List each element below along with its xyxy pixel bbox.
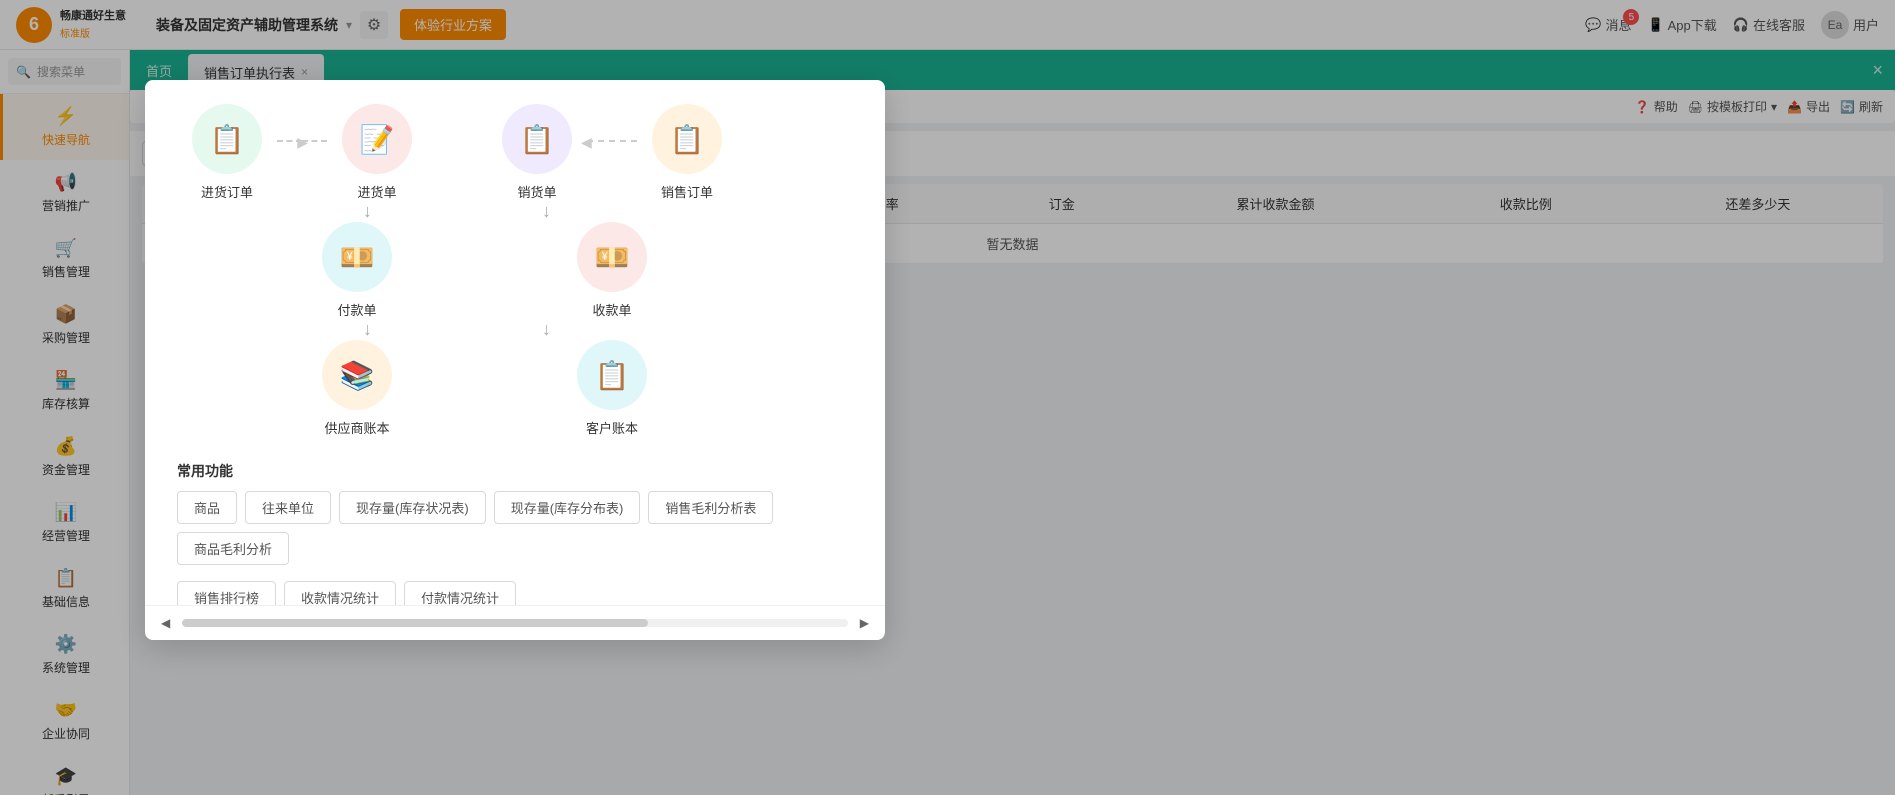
flow-row-payment: 💴 付款单: [197, 222, 407, 319]
flow-left-col: 📋 进货订单 ▶ 📝: [177, 104, 427, 437]
flow-customer-ledger[interactable]: 📋 客户账本: [562, 340, 662, 437]
flow-purchase-order[interactable]: 📋 进货订单: [177, 104, 277, 201]
supplier-ledger-icon: 📚: [340, 359, 375, 392]
customer-ledger-icon: 📋: [595, 359, 630, 392]
payment-label: 付款单: [337, 300, 376, 319]
flow-sales-bill[interactable]: 📋 销货单: [487, 104, 587, 201]
flow-receipt[interactable]: 💴 收款单: [562, 222, 662, 319]
arrow-down-payment: ↓: [177, 201, 427, 222]
flow-supplier-ledger[interactable]: 📚 供应商账本: [307, 340, 407, 437]
sales-order-icon: 📋: [670, 123, 705, 156]
flow-row-supplier: 📚 供应商账本: [197, 340, 407, 437]
func-btn-r2-2[interactable]: 付款情况统计: [404, 581, 516, 605]
popup-dialog: 📋 进货订单 ▶ 📝: [145, 80, 885, 640]
scroll-left-icon[interactable]: ◀: [157, 614, 174, 632]
popup-content: 📋 进货订单 ▶ 📝: [145, 80, 885, 605]
receipt-icon: 💴: [595, 241, 630, 274]
arrow-down-customer: ↓: [487, 319, 737, 340]
func-btn-4[interactable]: 销售毛利分析表: [648, 491, 773, 524]
flow-purchase-bill[interactable]: 📝 进货单: [327, 104, 427, 201]
func-buttons-row1: 商品往来单位现存量(库存状况表)现存量(库存分布表)销售毛利分析表商品毛利分析: [177, 491, 853, 565]
arrow-h-2: ◀: [587, 140, 637, 142]
sales-bill-icon: 📋: [520, 123, 555, 156]
flow-sales-order[interactable]: 📋 销售订单: [637, 104, 737, 201]
customer-ledger-label: 客户账本: [586, 418, 638, 437]
customer-ledger-circle: 📋: [577, 340, 647, 410]
flow-right-col: 📋 销货单 ◀ 📋: [487, 104, 737, 437]
common-functions-title: 常用功能: [177, 461, 853, 481]
payment-icon: 💴: [340, 241, 375, 274]
purchase-order-icon: 📋: [210, 123, 245, 156]
sales-order-label: 销售订单: [661, 182, 713, 201]
func-btn-0[interactable]: 商品: [177, 491, 237, 524]
supplier-ledger-circle: 📚: [322, 340, 392, 410]
purchase-order-circle: 📋: [192, 104, 262, 174]
func-btn-2[interactable]: 现存量(库存状况表): [339, 491, 486, 524]
sales-bill-label: 销货单: [517, 182, 556, 201]
receipt-label: 收款单: [592, 300, 631, 319]
scrollbar-thumb: [182, 619, 648, 627]
func-btn-r2-0[interactable]: 销售排行榜: [177, 581, 276, 605]
purchase-bill-circle: 📝: [342, 104, 412, 174]
flow-row-customer: 📋 客户账本: [562, 340, 662, 437]
purchase-bill-icon: 📝: [360, 123, 395, 156]
sales-order-circle: 📋: [652, 104, 722, 174]
func-btn-1[interactable]: 往来单位: [245, 491, 331, 524]
popup-scrollbar: ◀ ▶: [145, 605, 885, 640]
scroll-right-icon[interactable]: ▶: [856, 614, 873, 632]
func-btn-5[interactable]: 商品毛利分析: [177, 532, 289, 565]
func-buttons-row1: 商品往来单位现存量(库存状况表)现存量(库存分布表)销售毛利分析表商品毛利分析销…: [177, 491, 853, 605]
flow-row-receipt: 💴 收款单: [562, 222, 662, 319]
flow-section: 📋 进货订单 ▶ 📝: [177, 104, 853, 437]
supplier-ledger-label: 供应商账本: [324, 418, 389, 437]
arrow-down-receipt: ↓: [487, 201, 737, 222]
receipt-circle: 💴: [577, 222, 647, 292]
flow-row-top-right: 📋 销货单 ◀ 📋: [487, 104, 737, 201]
func-btn-3[interactable]: 现存量(库存分布表): [494, 491, 641, 524]
purchase-order-label: 进货订单: [201, 182, 253, 201]
popup-overlay[interactable]: 📋 进货订单 ▶ 📝: [0, 0, 1895, 795]
arrow-down-supplier: ↓: [177, 319, 427, 340]
func-btn-r2-1[interactable]: 收款情况统计: [284, 581, 396, 605]
flow-payment[interactable]: 💴 付款单: [307, 222, 407, 319]
payment-circle: 💴: [322, 222, 392, 292]
func-buttons-row2: 销售排行榜收款情况统计付款情况统计: [177, 581, 516, 605]
flow-row-1: 📋 进货订单 ▶ 📝: [177, 104, 853, 437]
arrow-h-1: ▶: [277, 140, 327, 142]
flow-row-top-left: 📋 进货订单 ▶ 📝: [177, 104, 427, 201]
sales-bill-circle: 📋: [502, 104, 572, 174]
purchase-bill-label: 进货单: [357, 182, 396, 201]
scrollbar-track: [182, 619, 848, 627]
